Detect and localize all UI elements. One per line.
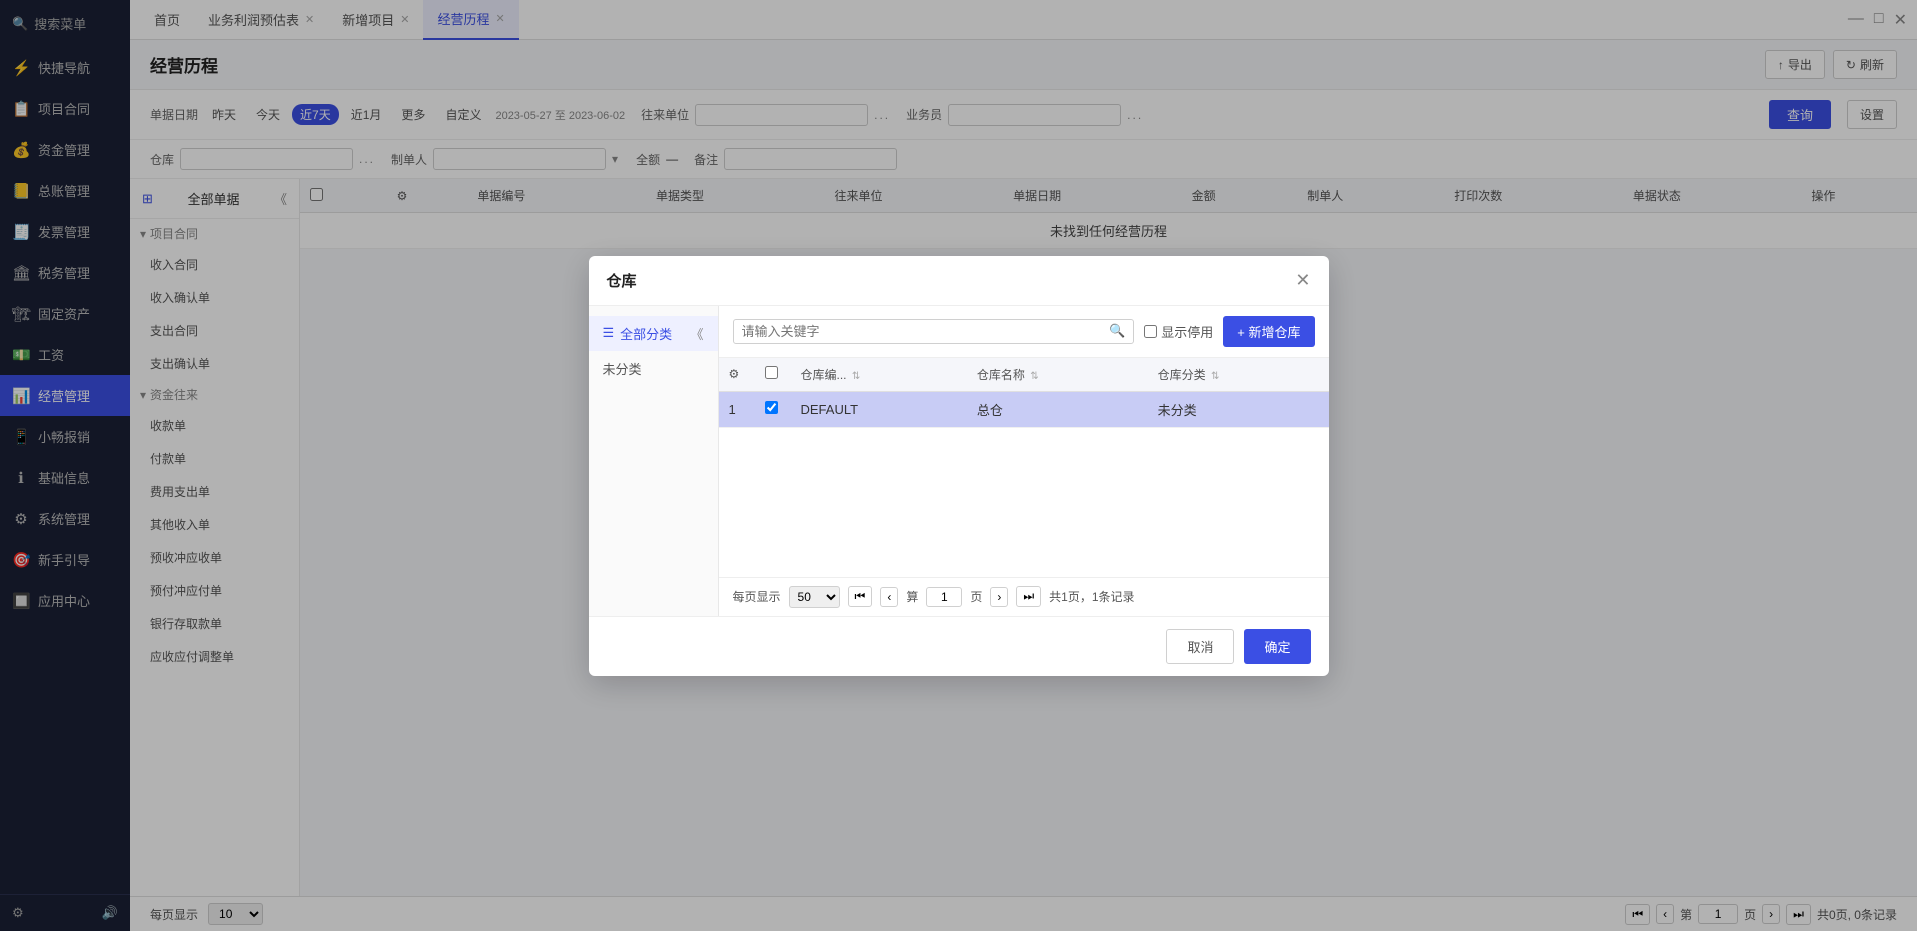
row-name: 总仓 [967,391,1148,427]
warehouse-modal: 仓库 ✕ ☰ 全部分类 《 未分类 [589,256,1329,676]
confirm-button[interactable]: 确定 [1244,629,1310,664]
modal-cat-all[interactable]: ☰ 全部分类 《 [589,316,718,351]
modal-select-all[interactable] [765,366,778,379]
sort-icon[interactable]: ⇅ [852,371,860,382]
modal-prev-page-btn[interactable]: ‹ [880,587,898,607]
modal-right-panel: 🔍 显示停用 + 新增仓库 ⚙ [719,306,1329,616]
warehouse-table: ⚙ 仓库编... ⇅ 仓库名称 ⇅ [719,358,1329,428]
modal-search-input[interactable] [742,320,1104,343]
modal-page-input[interactable] [926,587,962,607]
show-disabled-checkbox[interactable] [1144,325,1157,338]
modal-search-icon: 🔍 [1109,323,1125,339]
modal-page-label: 算 [906,588,918,605]
col-gear[interactable]: ⚙ [719,358,755,392]
modal-cat-unclassified[interactable]: 未分类 [589,351,718,386]
col-warehouse-category: 仓库分类 ⇅ [1148,358,1329,392]
modal-last-page-btn[interactable]: ⏭ [1016,586,1041,607]
modal-close-button[interactable]: ✕ [1295,270,1310,291]
table-row[interactable]: 1 DEFAULT 总仓 未分类 [719,391,1329,427]
row-code: DEFAULT [791,391,967,427]
all-cat-icon: ☰ [603,325,615,341]
modal-body: ☰ 全部分类 《 未分类 🔍 显示停用 [589,306,1329,616]
modal-footer-actions: 取消 确定 [589,616,1329,676]
modal-left-toggle-icon[interactable]: 《 [690,324,703,343]
modal-table-header-row: ⚙ 仓库编... ⇅ 仓库名称 ⇅ [719,358,1329,392]
row-category: 未分类 [1148,391,1329,427]
modal-first-page-btn[interactable]: ⏮ [848,586,873,607]
show-disabled-label[interactable]: 显示停用 [1144,322,1213,341]
modal-left-panel: ☰ 全部分类 《 未分类 [589,306,719,616]
col-warehouse-code: 仓库编... ⇅ [791,358,967,392]
show-disabled-text: 显示停用 [1161,322,1213,341]
add-warehouse-button[interactable]: + 新增仓库 [1223,316,1314,347]
col-label: 仓库编... [801,368,847,382]
modal-title: 仓库 [607,270,637,291]
modal-page-size-label: 每页显示 [733,588,781,605]
modal-overlay: 仓库 ✕ ☰ 全部分类 《 未分类 [0,0,1917,931]
cancel-button[interactable]: 取消 [1166,629,1234,664]
modal-total-records: 共1页，1条记录 [1049,588,1134,605]
col-warehouse-name: 仓库名称 ⇅ [967,358,1148,392]
row-checkbox-cell[interactable] [755,391,791,427]
col-label: 仓库名称 [977,368,1025,382]
sort-icon[interactable]: ⇅ [1211,371,1219,382]
modal-page-size-select[interactable]: 102050100 [789,586,840,608]
modal-cat-all-label: 全部分类 [620,324,672,343]
modal-toolbar: 🔍 显示停用 + 新增仓库 [719,306,1329,358]
sort-icon[interactable]: ⇅ [1030,371,1038,382]
modal-next-page-btn[interactable]: › [990,587,1008,607]
modal-pagination: 每页显示 102050100 ⏮ ‹ 算 页 › ⏭ 共1页，1条记录 [719,577,1329,616]
modal-page-suffix: 页 [970,588,982,605]
modal-header: 仓库 ✕ [589,256,1329,306]
modal-cat-unclassified-label: 未分类 [603,359,642,378]
row-checkbox[interactable] [765,401,778,414]
row-num: 1 [719,391,755,427]
col-label: 仓库分类 [1158,368,1206,382]
col-checkbox[interactable] [755,358,791,392]
modal-table-area: ⚙ 仓库编... ⇅ 仓库名称 ⇅ [719,358,1329,577]
